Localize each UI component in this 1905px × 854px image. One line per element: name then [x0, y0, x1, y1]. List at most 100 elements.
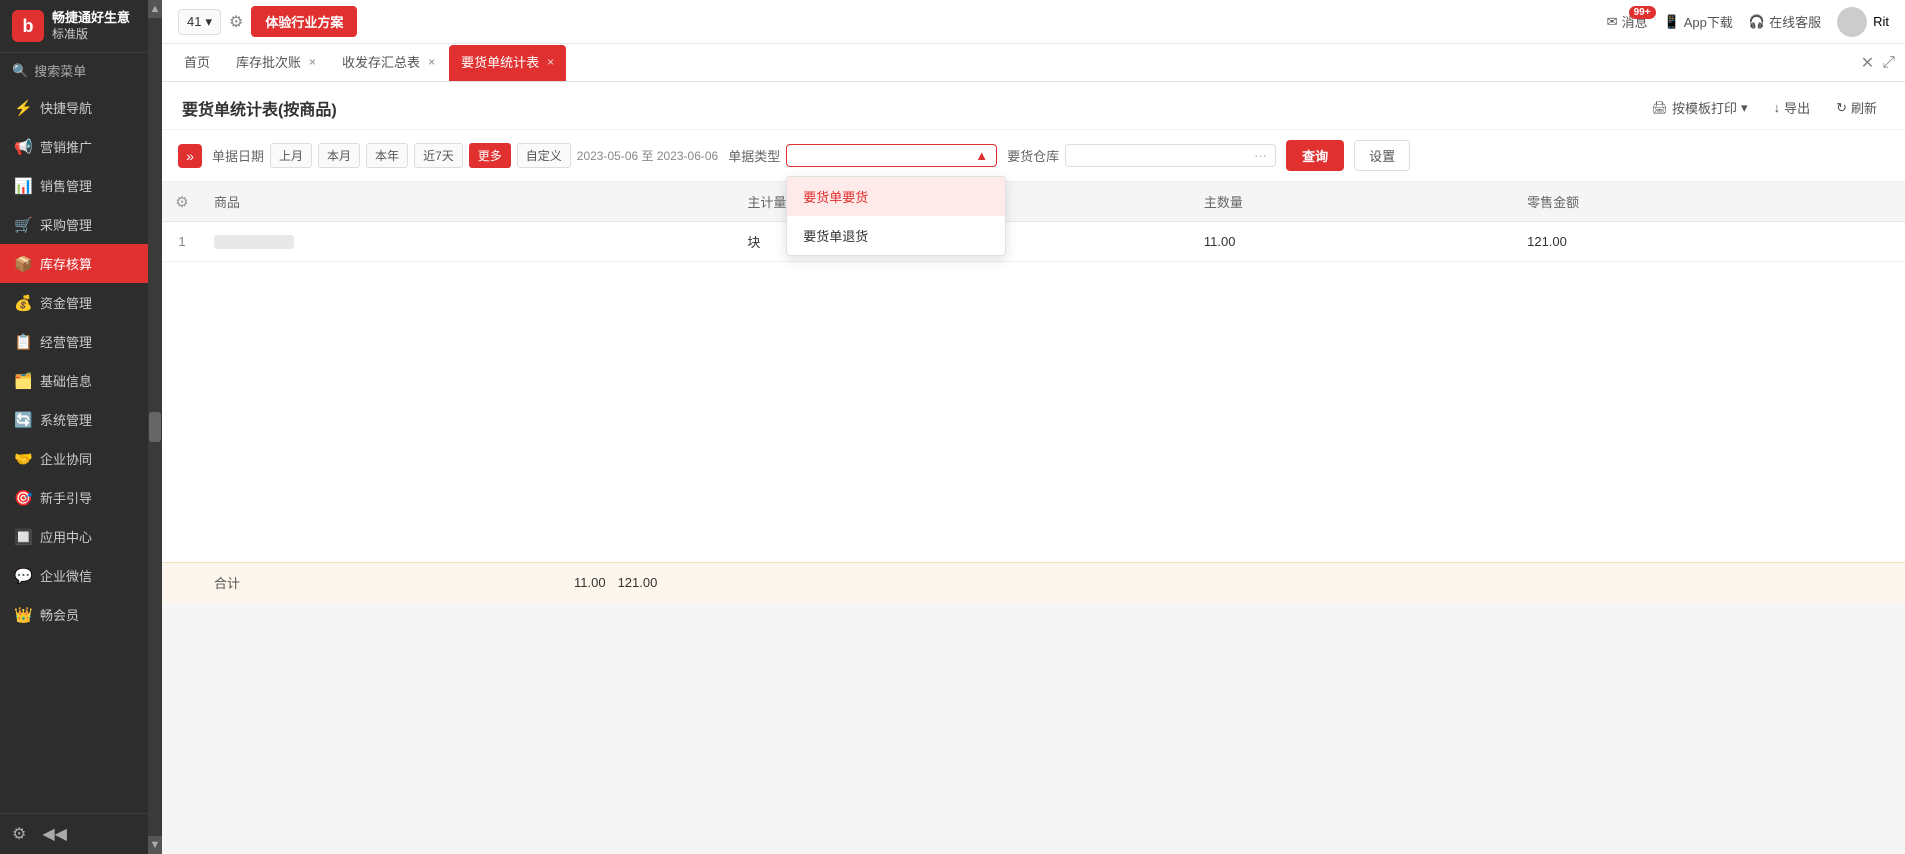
- tab-home-label: 首页: [184, 52, 210, 71]
- system-icon: 🔄: [14, 411, 32, 429]
- sidebar-item-operations[interactable]: 📋 经营管理: [0, 322, 148, 361]
- sidebar-item-label: 基础信息: [40, 371, 92, 390]
- sidebar-logo: b 畅捷通好生意 标准版: [0, 0, 148, 53]
- tab-close-all-icon[interactable]: ✕: [1861, 53, 1874, 73]
- sidebar-item-wechat[interactable]: 💬 企业微信: [0, 556, 148, 595]
- tab-close-icon[interactable]: ×: [428, 55, 435, 69]
- sidebar-item-basic[interactable]: 🗂️ 基础信息: [0, 361, 148, 400]
- date-btn-custom[interactable]: 自定义: [517, 143, 571, 168]
- warehouse-filter-label: 要货仓库: [1007, 146, 1059, 165]
- sidebar-item-members[interactable]: 👑 畅会员: [0, 595, 148, 634]
- scroll-thumb[interactable]: [149, 412, 161, 442]
- sidebar-item-label: 应用中心: [40, 527, 92, 546]
- date-btn-current[interactable]: 本月: [318, 143, 360, 168]
- sidebar-item-sales[interactable]: 📊 销售管理: [0, 166, 148, 205]
- row-no: 1: [162, 222, 202, 262]
- print-template-btn[interactable]: 🖨 按模板打印 ▾: [1644, 94, 1756, 121]
- scroll-up-arrow[interactable]: ▲: [148, 0, 162, 18]
- sidebar: b 畅捷通好生意 标准版 🔍 搜索菜单 ⚡ 快捷导航 📢 营销推广 📊 销售管理…: [0, 0, 148, 854]
- tab-recv-summary[interactable]: 收发存汇总表 ×: [330, 45, 447, 81]
- sidebar-settings-btn[interactable]: ⚙: [12, 824, 26, 844]
- store-number: 41: [187, 14, 201, 29]
- sidebar-item-purchase[interactable]: 🛒 采购管理: [0, 205, 148, 244]
- operations-icon: 📋: [14, 333, 32, 351]
- chevron-up-icon[interactable]: ▲: [975, 148, 988, 163]
- tabs-bar: 首页 库存批次账 × 收发存汇总表 × 要货单统计表 × ✕ ⤢: [162, 44, 1905, 82]
- app-download-btn[interactable]: 📱 App下载: [1664, 12, 1733, 31]
- store-selector[interactable]: 41 ▾: [178, 9, 221, 35]
- tab-order-stats-label: 要货单统计表: [461, 52, 539, 71]
- export-icon: ↓: [1774, 100, 1781, 115]
- tab-order-stats[interactable]: 要货单统计表 ×: [449, 45, 566, 81]
- sidebar-scrollbar: ▲ ▼: [148, 0, 162, 854]
- online-service-btn[interactable]: 🎧 在线客服: [1749, 12, 1821, 31]
- topbar-left: 41 ▾ ⚙ 体验行业方案: [178, 6, 1595, 37]
- settings-btn[interactable]: 设置: [1354, 140, 1410, 171]
- marketing-icon: 📢: [14, 138, 32, 156]
- trial-btn[interactable]: 体验行业方案: [251, 6, 357, 37]
- sidebar-item-inventory[interactable]: 📦 库存核算: [0, 244, 148, 283]
- type-select-input[interactable]: [795, 148, 971, 163]
- tab-recv-summary-label: 收发存汇总表: [342, 52, 420, 71]
- dropdown-item-order-goods[interactable]: 要货单要货: [787, 177, 1005, 216]
- expand-icon: »: [186, 148, 194, 164]
- date-btn-year[interactable]: 本年: [366, 143, 408, 168]
- sidebar-menu: ⚡ 快捷导航 📢 营销推广 📊 销售管理 🛒 采购管理 📦 库存核算 💰 资金管…: [0, 88, 148, 813]
- warehouse-select-wrapper[interactable]: ···: [1065, 144, 1276, 167]
- table-row: 1 块 11.00 121.00: [162, 222, 1905, 262]
- dropdown-item-order-return[interactable]: 要货单退货: [787, 216, 1005, 255]
- scroll-track: [148, 18, 162, 836]
- settings-col-icon[interactable]: ⚙: [175, 194, 188, 211]
- warehouse-more-icon[interactable]: ···: [1254, 148, 1267, 163]
- tab-close-icon[interactable]: ×: [309, 55, 316, 69]
- filter-expand-btn[interactable]: »: [178, 144, 202, 168]
- tab-expand-icon[interactable]: ⤢: [1882, 54, 1895, 72]
- tab-home[interactable]: 首页: [172, 45, 222, 81]
- footer-amount: 121.00: [606, 575, 726, 590]
- app-download-label: App下载: [1684, 12, 1733, 31]
- query-btn[interactable]: 查询: [1286, 140, 1344, 171]
- col-settings[interactable]: ⚙: [162, 182, 202, 222]
- message-icon: ✉: [1607, 14, 1618, 30]
- topbar-gear-icon[interactable]: ⚙: [229, 12, 243, 32]
- purchase-icon: 🛒: [14, 216, 32, 234]
- tabs-right: ✕ ⤢: [1861, 53, 1895, 73]
- date-filter-group: 单据日期 上月 本月 本年 近7天 更多 自定义 2023-05-06 至 20…: [212, 143, 718, 168]
- refresh-btn[interactable]: ↻ 刷新: [1828, 94, 1885, 121]
- sidebar-collapse-btn[interactable]: ◀◀: [42, 824, 67, 844]
- export-btn[interactable]: ↓ 导出: [1766, 94, 1819, 121]
- tab-batch-account[interactable]: 库存批次账 ×: [224, 45, 328, 81]
- user-area[interactable]: Rit: [1837, 7, 1889, 37]
- tab-batch-account-label: 库存批次账: [236, 52, 301, 71]
- footer-qty: 11.00: [294, 575, 606, 590]
- scroll-down-arrow[interactable]: ▼: [148, 836, 162, 854]
- warehouse-input[interactable]: [1074, 148, 1250, 163]
- sales-icon: 📊: [14, 177, 32, 195]
- messages-btn[interactable]: ✉ 消息 99+: [1607, 12, 1648, 31]
- enterprise-icon: 🤝: [14, 450, 32, 468]
- sidebar-item-marketing[interactable]: 📢 营销推广: [0, 127, 148, 166]
- tab-close-icon[interactable]: ×: [547, 55, 554, 69]
- print-template-label: 按模板打印: [1672, 98, 1737, 117]
- sidebar-item-label: 库存核算: [40, 254, 92, 273]
- sidebar-search-label: 搜索菜单: [34, 61, 86, 80]
- sidebar-item-guide[interactable]: 🎯 新手引导: [0, 478, 148, 517]
- members-icon: 👑: [14, 606, 32, 624]
- date-btn-week[interactable]: 近7天: [414, 143, 463, 168]
- col-product: 商品: [202, 182, 735, 222]
- sidebar-item-shortcuts[interactable]: ⚡ 快捷导航: [0, 88, 148, 127]
- col-qty: 主数量: [1192, 182, 1515, 222]
- sidebar-item-system[interactable]: 🔄 系统管理: [0, 400, 148, 439]
- sidebar-item-finance[interactable]: 💰 资金管理: [0, 283, 148, 322]
- type-select-wrapper[interactable]: ▲: [786, 144, 997, 167]
- sidebar-item-app-center[interactable]: 🔲 应用中心: [0, 517, 148, 556]
- sidebar-item-enterprise[interactable]: 🤝 企业协同: [0, 439, 148, 478]
- row-product: [202, 222, 735, 262]
- shortcuts-icon: ⚡: [14, 99, 32, 117]
- wechat-icon: 💬: [14, 567, 32, 585]
- page-content: 要货单统计表(按商品) 🖨 按模板打印 ▾ ↓ 导出 ↻ 刷新: [162, 82, 1905, 854]
- avatar: [1837, 7, 1867, 37]
- date-btn-up[interactable]: 上月: [270, 143, 312, 168]
- date-btn-more[interactable]: 更多: [469, 143, 511, 168]
- sidebar-search[interactable]: 🔍 搜索菜单: [0, 53, 148, 88]
